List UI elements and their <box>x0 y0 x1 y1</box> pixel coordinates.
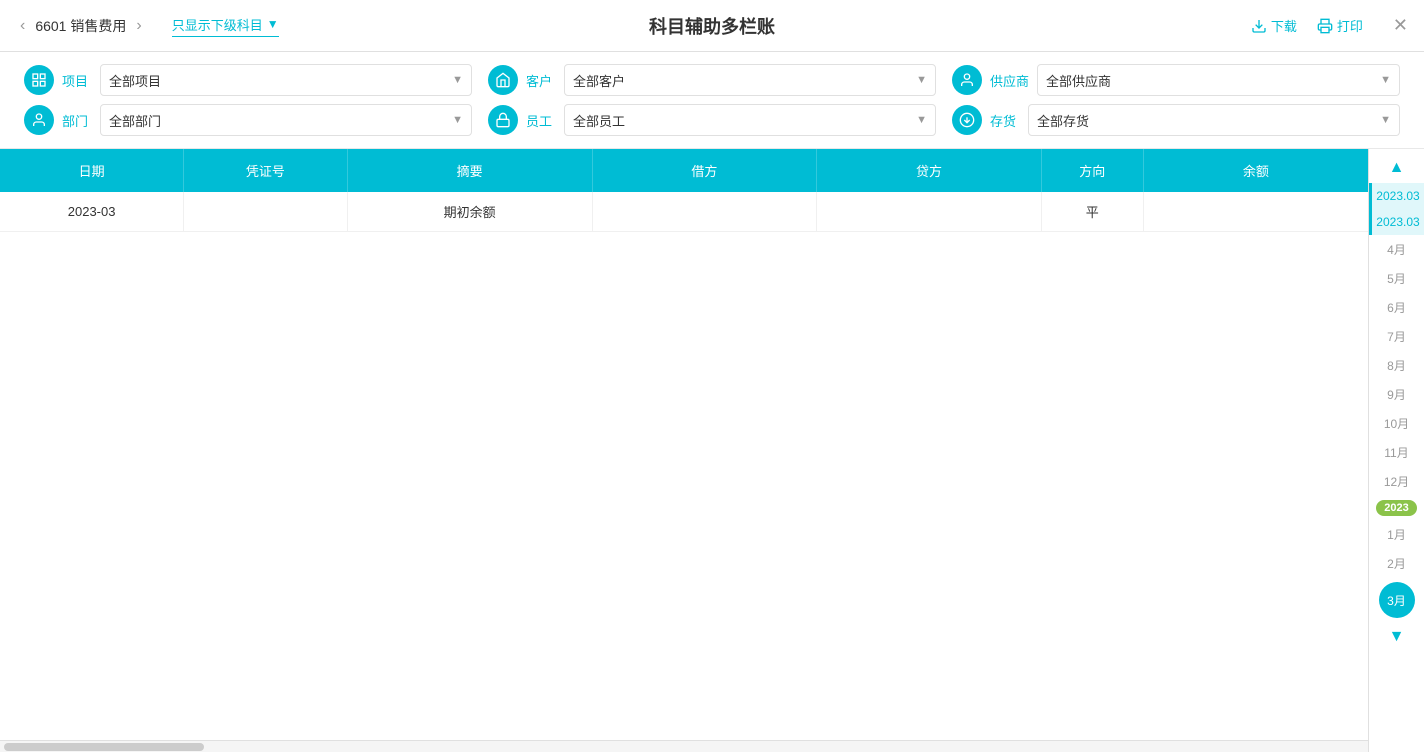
department-select[interactable]: 全部部门 ▼ <box>100 104 472 136</box>
department-icon <box>24 105 54 135</box>
inventory-chevron-icon: ▼ <box>1380 114 1391 126</box>
col-header-voucher: 凭证号 <box>184 149 347 192</box>
department-label: 部门 <box>62 111 92 130</box>
print-icon <box>1317 18 1333 34</box>
cell-date: 2023-03 <box>0 192 184 232</box>
side-month-6[interactable]: 6月 <box>1369 293 1424 322</box>
show-sub-label: 只显示下级科目 <box>172 15 263 34</box>
supplier-value: 全部供应商 <box>1046 71 1111 90</box>
active-month-container: 3月 <box>1369 582 1424 618</box>
employee-select[interactable]: 全部员工 ▼ <box>564 104 936 136</box>
cell-credit <box>817 192 1042 232</box>
year-badge-container: 2023 <box>1369 500 1424 516</box>
side-month-1[interactable]: 1月 <box>1369 520 1424 549</box>
project-chevron-icon: ▼ <box>452 74 463 86</box>
page-title: 科目辅助多栏账 <box>649 13 775 39</box>
side-month-2[interactable]: 2月 <box>1369 549 1424 578</box>
side-month-11[interactable]: 11月 <box>1369 438 1424 467</box>
inventory-value: 全部存货 <box>1037 111 1089 130</box>
col-header-date: 日期 <box>0 149 184 192</box>
download-label: 下载 <box>1271 16 1297 35</box>
side-month-4[interactable]: 4月 <box>1369 235 1424 264</box>
filter-employee: 员工 全部员工 ▼ <box>480 100 944 140</box>
supplier-icon <box>952 65 982 95</box>
employee-icon <box>488 105 518 135</box>
table-wrapper: 日期 凭证号 摘要 借方 贷方 方向 余额 2023-03 期初余额 <box>0 149 1424 752</box>
cell-debit <box>592 192 817 232</box>
ledger-table: 日期 凭证号 摘要 借方 贷方 方向 余额 2023-03 期初余额 <box>0 149 1368 232</box>
col-header-debit: 借方 <box>592 149 817 192</box>
side-month-7[interactable]: 7月 <box>1369 322 1424 351</box>
side-month-panel: ▲ 2023.03 2023.03 4月 5月 6月 7月 8月 <box>1368 149 1424 752</box>
customer-select[interactable]: 全部客户 ▼ <box>564 64 936 96</box>
side-month-9[interactable]: 9月 <box>1369 380 1424 409</box>
main-table: 日期 凭证号 摘要 借方 贷方 方向 余额 2023-03 期初余额 <box>0 149 1368 752</box>
side-month-2023-03-first[interactable]: 2023.03 <box>1369 183 1424 209</box>
chevron-down-icon: ▼ <box>267 17 279 31</box>
side-nav-down-button[interactable]: ▼ <box>1369 622 1424 652</box>
col-header-balance: 余额 <box>1143 149 1368 192</box>
supplier-chevron-icon: ▼ <box>1380 74 1391 86</box>
table-row: 2023-03 期初余额 平 <box>0 192 1368 232</box>
main-window: ‹ 6601 销售费用 › 只显示下级科目 ▼ 科目辅助多栏账 下载 打印 ✕ <box>0 0 1424 752</box>
department-value: 全部部门 <box>109 111 161 130</box>
side-month-3-active[interactable]: 3月 <box>1379 582 1415 618</box>
filter-inventory: 存货 全部存货 ▼ <box>944 100 1408 140</box>
inventory-select[interactable]: 全部存货 ▼ <box>1028 104 1400 136</box>
scroll-thumb[interactable] <box>4 743 204 751</box>
department-chevron-icon: ▼ <box>452 114 463 126</box>
filter-customer: 客户 全部客户 ▼ <box>480 60 944 100</box>
filter-bar: 项目 全部项目 ▼ 客户 全部客户 ▼ 供应商 全部供应商 ▼ <box>0 52 1424 149</box>
print-button[interactable]: 打印 <box>1317 16 1363 35</box>
employee-chevron-icon: ▼ <box>916 114 927 126</box>
nav-area: ‹ 6601 销售费用 › 只显示下级科目 ▼ <box>16 15 279 37</box>
employee-label: 员工 <box>526 111 556 130</box>
side-nav-up-button[interactable]: ▲ <box>1369 153 1424 183</box>
prev-account-button[interactable]: ‹ <box>16 15 29 37</box>
print-label: 打印 <box>1337 16 1363 35</box>
employee-value: 全部员工 <box>573 111 625 130</box>
download-button[interactable]: 下载 <box>1251 16 1297 35</box>
inventory-icon <box>952 105 982 135</box>
project-select[interactable]: 全部项目 ▼ <box>100 64 472 96</box>
customer-label: 客户 <box>526 71 556 90</box>
show-sub-toggle[interactable]: 只显示下级科目 ▼ <box>172 15 279 37</box>
customer-value: 全部客户 <box>573 71 625 90</box>
filter-project: 项目 全部项目 ▼ <box>16 60 480 100</box>
project-label: 项目 <box>62 71 92 90</box>
customer-icon <box>488 65 518 95</box>
side-month-10[interactable]: 10月 <box>1369 409 1424 438</box>
col-header-direction: 方向 <box>1041 149 1143 192</box>
top-bar: ‹ 6601 销售费用 › 只显示下级科目 ▼ 科目辅助多栏账 下载 打印 ✕ <box>0 0 1424 52</box>
side-month-2023-03-second[interactable]: 2023.03 <box>1369 209 1424 235</box>
cell-summary: 期初余额 <box>347 192 592 232</box>
customer-chevron-icon: ▼ <box>916 74 927 86</box>
side-month-5[interactable]: 5月 <box>1369 264 1424 293</box>
supplier-select[interactable]: 全部供应商 ▼ <box>1037 64 1400 96</box>
cell-voucher <box>184 192 347 232</box>
project-value: 全部项目 <box>109 71 161 90</box>
account-code-label: 6601 销售费用 <box>35 16 126 36</box>
close-button[interactable]: ✕ <box>1393 15 1408 36</box>
cell-balance <box>1143 192 1368 232</box>
side-month-12[interactable]: 12月 <box>1369 467 1424 496</box>
next-account-button[interactable]: › <box>132 15 145 37</box>
supplier-label: 供应商 <box>990 71 1029 90</box>
project-icon <box>24 65 54 95</box>
side-month-8[interactable]: 8月 <box>1369 351 1424 380</box>
cell-direction: 平 <box>1041 192 1143 232</box>
filter-department: 部门 全部部门 ▼ <box>16 100 480 140</box>
filter-supplier: 供应商 全部供应商 ▼ <box>944 60 1408 100</box>
year-badge: 2023 <box>1376 500 1416 516</box>
col-header-credit: 贷方 <box>817 149 1042 192</box>
inventory-label: 存货 <box>990 111 1020 130</box>
download-icon <box>1251 18 1267 34</box>
horizontal-scrollbar[interactable] <box>0 740 1368 752</box>
top-actions: 下载 打印 ✕ <box>1251 15 1408 36</box>
col-header-summary: 摘要 <box>347 149 592 192</box>
